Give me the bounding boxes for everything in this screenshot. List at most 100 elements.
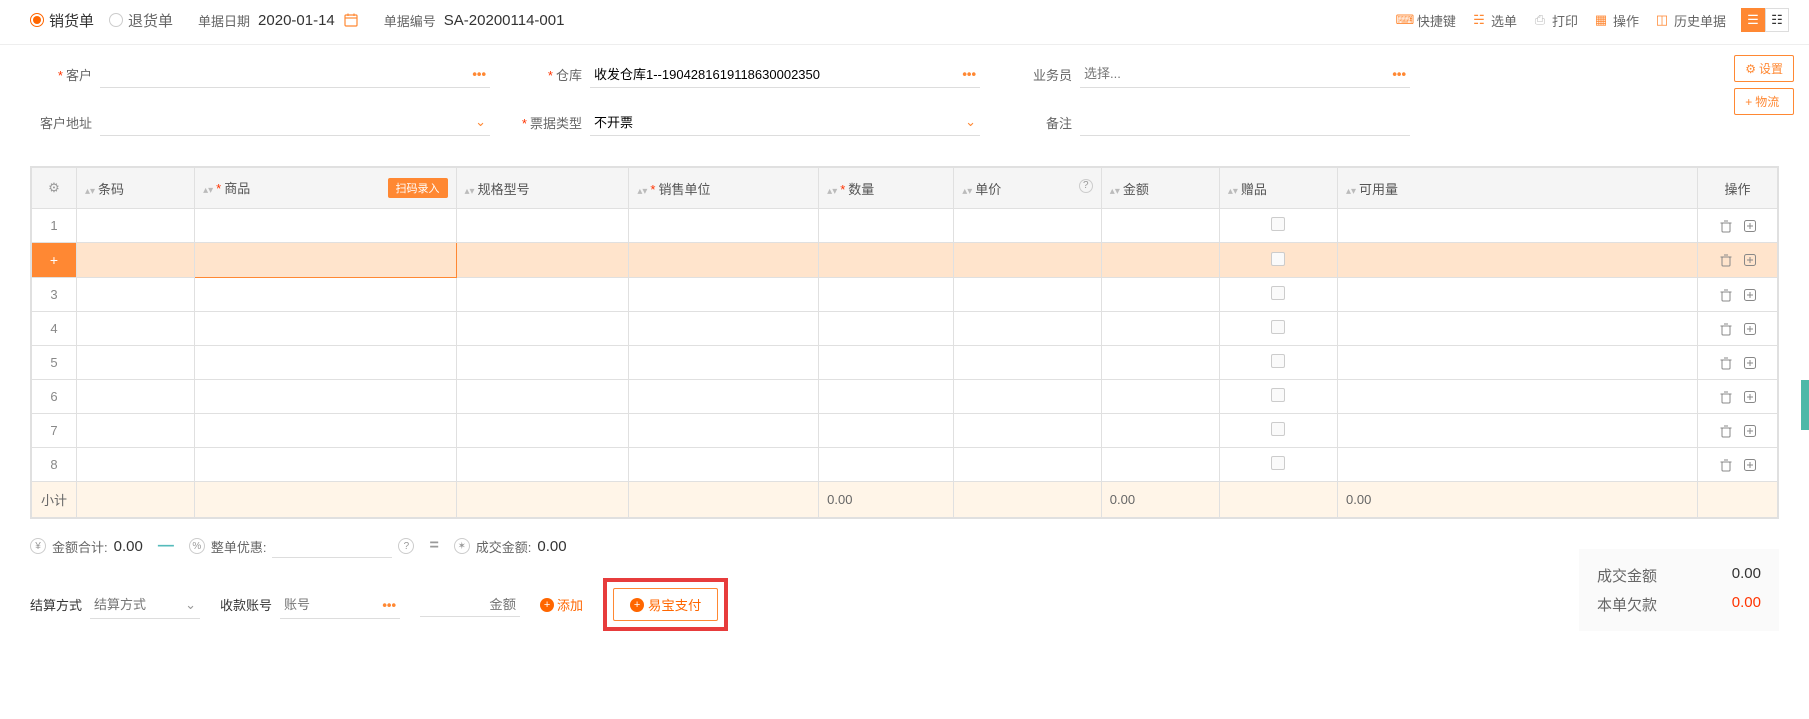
doc-date-value[interactable]: 2020-01-14 bbox=[258, 12, 335, 29]
table-row[interactable]: 5 bbox=[32, 346, 1778, 380]
unit-cell[interactable] bbox=[629, 448, 819, 482]
product-cell[interactable] bbox=[195, 209, 456, 243]
add-payment-button[interactable]: + 添加 bbox=[540, 595, 583, 614]
col-spec[interactable]: ▴▾规格型号 bbox=[456, 168, 629, 209]
amount-cell[interactable] bbox=[1101, 414, 1219, 448]
add-row-icon[interactable] bbox=[1742, 423, 1758, 439]
chevron-down-icon[interactable]: ⌄ bbox=[965, 114, 976, 130]
spec-cell[interactable] bbox=[456, 312, 629, 346]
operate-button[interactable]: ▦ 操作 bbox=[1593, 11, 1639, 30]
price-cell[interactable] bbox=[954, 243, 1102, 278]
delete-row-icon[interactable] bbox=[1718, 389, 1734, 405]
col-gift[interactable]: ▴▾赠品 bbox=[1219, 168, 1337, 209]
table-row[interactable]: 1 bbox=[32, 209, 1778, 243]
product-cell[interactable] bbox=[195, 312, 456, 346]
delete-row-icon[interactable] bbox=[1718, 252, 1734, 268]
amount-cell[interactable] bbox=[1101, 312, 1219, 346]
qty-cell[interactable] bbox=[819, 278, 954, 312]
payment-method-input[interactable] bbox=[90, 591, 200, 619]
customer-input[interactable] bbox=[100, 60, 490, 88]
select-order-button[interactable]: ☵ 选单 bbox=[1471, 11, 1517, 30]
invoice-type-input[interactable] bbox=[590, 108, 980, 136]
available-cell[interactable] bbox=[1338, 312, 1698, 346]
price-cell[interactable] bbox=[954, 278, 1102, 312]
sales-order-radio[interactable]: 销货单 bbox=[30, 10, 94, 31]
price-cell[interactable] bbox=[954, 448, 1102, 482]
barcode-cell[interactable] bbox=[77, 346, 195, 380]
available-cell[interactable] bbox=[1338, 380, 1698, 414]
table-row[interactable]: 7 bbox=[32, 414, 1778, 448]
more-icon[interactable]: ••• bbox=[962, 67, 976, 82]
return-order-radio[interactable]: 退货单 bbox=[109, 10, 173, 31]
scan-input-button[interactable]: 扫码录入 bbox=[388, 178, 448, 198]
more-icon[interactable]: ••• bbox=[472, 67, 486, 82]
price-cell[interactable] bbox=[954, 346, 1102, 380]
product-cell[interactable] bbox=[195, 380, 456, 414]
available-cell[interactable] bbox=[1338, 278, 1698, 312]
product-cell[interactable] bbox=[195, 346, 456, 380]
spec-cell[interactable] bbox=[456, 278, 629, 312]
print-button[interactable]: ⎙ 打印 bbox=[1532, 11, 1578, 30]
unit-cell[interactable] bbox=[629, 380, 819, 414]
spec-cell[interactable] bbox=[456, 448, 629, 482]
view-compact-button[interactable]: ☰ bbox=[1741, 8, 1765, 32]
product-cell[interactable] bbox=[195, 278, 456, 312]
available-cell[interactable] bbox=[1338, 209, 1698, 243]
available-cell[interactable] bbox=[1338, 346, 1698, 380]
gift-checkbox[interactable] bbox=[1271, 388, 1285, 402]
barcode-cell[interactable] bbox=[77, 312, 195, 346]
gift-checkbox[interactable] bbox=[1271, 320, 1285, 334]
spec-cell[interactable] bbox=[456, 243, 629, 278]
add-row-icon[interactable] bbox=[1742, 252, 1758, 268]
address-input[interactable] bbox=[100, 108, 490, 136]
add-row-icon[interactable] bbox=[1742, 355, 1758, 371]
table-row[interactable]: 6 bbox=[32, 380, 1778, 414]
warehouse-input[interactable] bbox=[590, 60, 980, 88]
help-icon[interactable]: ? bbox=[1079, 179, 1093, 193]
barcode-cell[interactable] bbox=[77, 380, 195, 414]
gift-checkbox[interactable] bbox=[1271, 217, 1285, 231]
table-row[interactable]: 4 bbox=[32, 312, 1778, 346]
unit-cell[interactable] bbox=[629, 312, 819, 346]
table-row[interactable]: 3 bbox=[32, 278, 1778, 312]
amount-cell[interactable] bbox=[1101, 243, 1219, 278]
delete-row-icon[interactable] bbox=[1718, 423, 1734, 439]
delete-row-icon[interactable] bbox=[1718, 321, 1734, 337]
gift-checkbox[interactable] bbox=[1271, 422, 1285, 436]
help-icon[interactable]: ? bbox=[398, 538, 414, 554]
delete-row-icon[interactable] bbox=[1718, 218, 1734, 234]
unit-cell[interactable] bbox=[629, 243, 819, 278]
add-row-icon[interactable] bbox=[1742, 389, 1758, 405]
view-detail-button[interactable]: ☷ bbox=[1765, 8, 1789, 32]
salesperson-input[interactable] bbox=[1080, 60, 1410, 88]
col-sales-unit[interactable]: ▴▾*销售单位 bbox=[629, 168, 819, 209]
barcode-cell[interactable] bbox=[77, 243, 195, 278]
delete-row-icon[interactable] bbox=[1718, 355, 1734, 371]
amount-cell[interactable] bbox=[1101, 380, 1219, 414]
discount-input[interactable] bbox=[272, 534, 392, 558]
more-icon[interactable]: ••• bbox=[382, 597, 396, 612]
available-cell[interactable] bbox=[1338, 448, 1698, 482]
delete-row-icon[interactable] bbox=[1718, 457, 1734, 473]
gift-checkbox[interactable] bbox=[1271, 354, 1285, 368]
available-cell[interactable] bbox=[1338, 243, 1698, 278]
add-row-icon[interactable] bbox=[1742, 287, 1758, 303]
side-panel-handle[interactable] bbox=[1801, 380, 1809, 430]
barcode-cell[interactable] bbox=[77, 414, 195, 448]
amount-cell[interactable] bbox=[1101, 448, 1219, 482]
col-available[interactable]: ▴▾可用量 bbox=[1338, 168, 1698, 209]
settings-button[interactable]: ⚙ 设置 bbox=[1734, 55, 1794, 82]
add-row-icon[interactable] bbox=[1742, 218, 1758, 234]
qty-cell[interactable] bbox=[819, 380, 954, 414]
unit-cell[interactable] bbox=[629, 414, 819, 448]
qty-cell[interactable] bbox=[819, 209, 954, 243]
add-row-icon[interactable] bbox=[1742, 321, 1758, 337]
spec-cell[interactable] bbox=[456, 346, 629, 380]
col-price[interactable]: ▴▾单价? bbox=[954, 168, 1102, 209]
available-cell[interactable] bbox=[1338, 414, 1698, 448]
barcode-cell[interactable] bbox=[77, 278, 195, 312]
price-cell[interactable] bbox=[954, 414, 1102, 448]
chevron-down-icon[interactable]: ⌄ bbox=[475, 114, 486, 130]
gift-checkbox[interactable] bbox=[1271, 252, 1285, 266]
product-cell-editing[interactable] bbox=[195, 243, 456, 278]
